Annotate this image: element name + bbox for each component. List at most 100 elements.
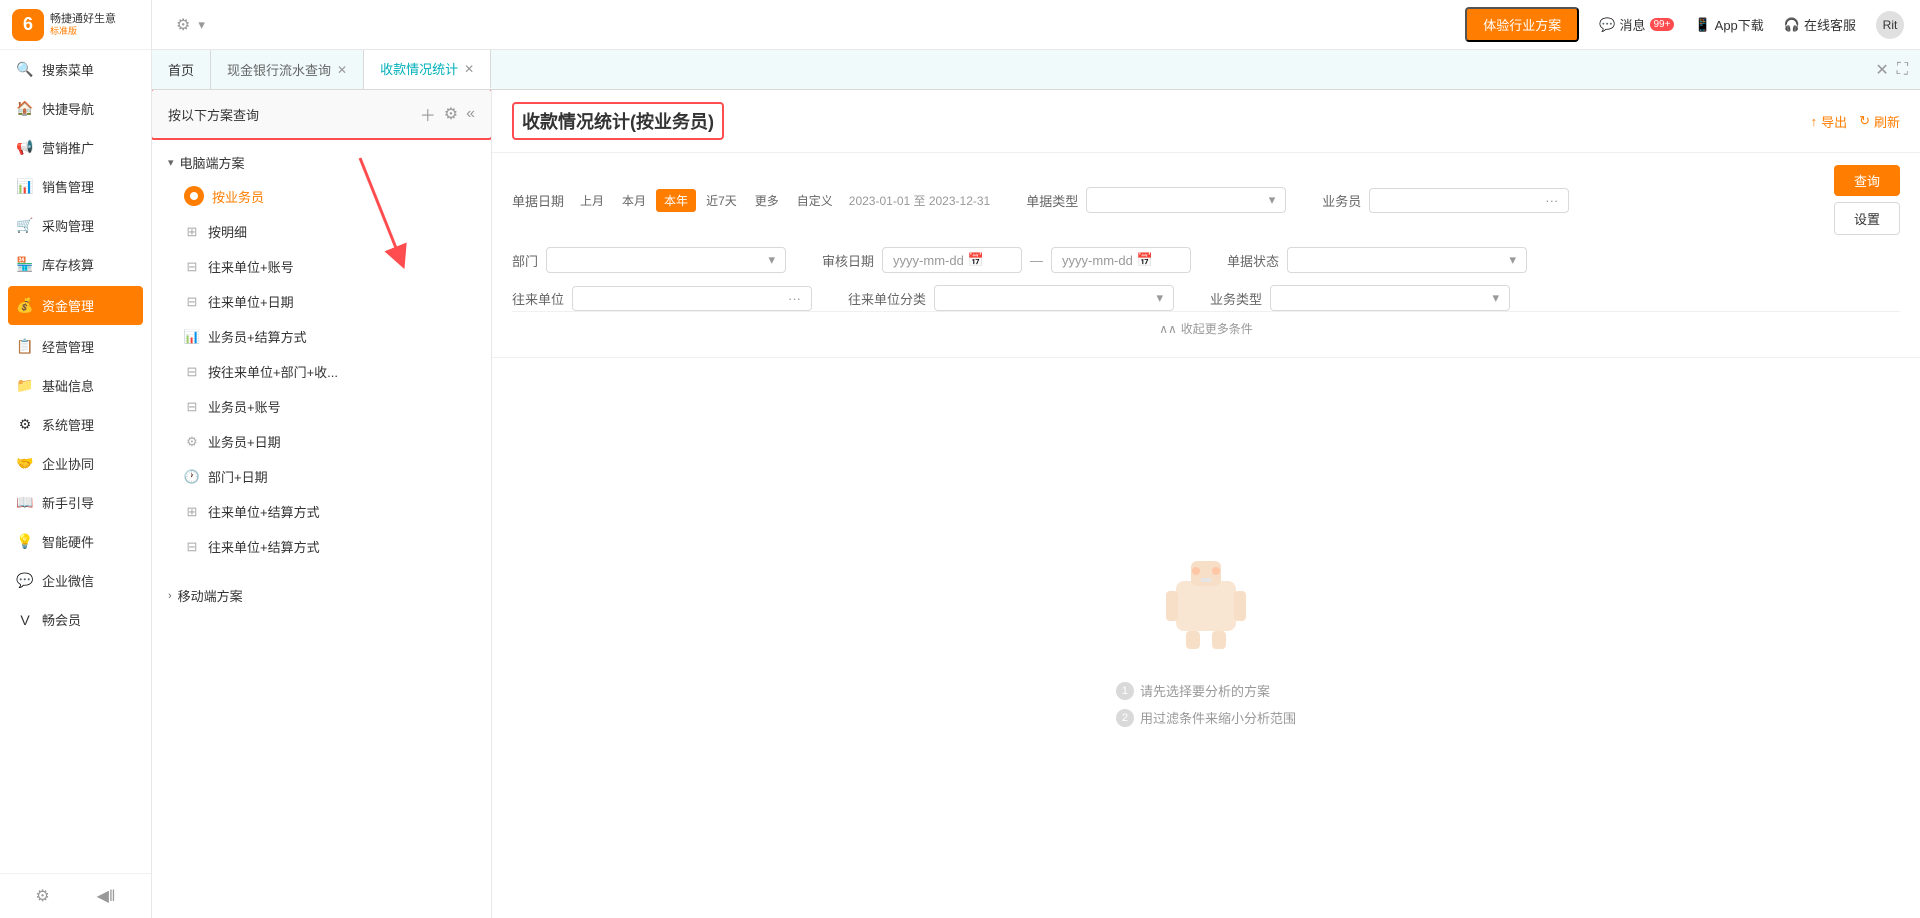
scheme-item-salesman-account[interactable]: ⊟ 业务员+账号 xyxy=(152,389,491,424)
trial-btn[interactable]: 体验行业方案 xyxy=(1465,7,1579,42)
panel-header-area: 按以下方案查询 ＋ ⚙ « xyxy=(152,90,491,139)
audit-date-start[interactable]: yyyy-mm-dd 📅 xyxy=(882,247,1022,273)
dept-label: 部门 xyxy=(512,251,538,270)
management-icon: 📋 xyxy=(16,338,34,356)
main-content-panel: 收款情况统计(按业务员) ↑ 导出 ↻ 刷新 xyxy=(492,90,1920,918)
scheme-item-unit-settlement1[interactable]: ⊞ 往来单位+结算方式 xyxy=(152,494,491,529)
tab-home[interactable]: 首页 xyxy=(152,50,211,89)
scheme-item-salesman[interactable]: 按业务员 xyxy=(152,178,491,214)
unit-dept-icon: ⊟ xyxy=(184,364,200,380)
dept-select[interactable]: ▾ xyxy=(546,247,786,273)
date-label: 单据日期 xyxy=(512,191,564,210)
audit-date-dash: — xyxy=(1030,253,1043,268)
sidebar-item-member[interactable]: V 畅会员 xyxy=(0,600,151,639)
filter-settings-btn[interactable]: 设置 xyxy=(1834,202,1900,235)
sidebar-item-guide[interactable]: 📖 新手引导 xyxy=(0,483,151,522)
message-btn[interactable]: 💬 消息 99+ xyxy=(1599,15,1674,34)
scheme-item-dept-date[interactable]: 🕐 部门+日期 xyxy=(152,459,491,494)
detail-icon: ⊞ xyxy=(184,224,200,240)
sidebar-item-quicknav[interactable]: 🏠 快捷导航 xyxy=(0,89,151,128)
date-btn-this-month[interactable]: 本月 xyxy=(614,189,654,212)
doc-status-select[interactable]: ▾ xyxy=(1287,247,1527,273)
empty-tips-list: 1 请先选择要分析的方案 2 用过滤条件来缩小分析范围 xyxy=(1116,681,1296,735)
query-btn[interactable]: 查询 xyxy=(1834,165,1900,196)
topbar-gear-icon[interactable]: ⚙ xyxy=(176,15,190,35)
audit-date-start-calendar: 📅 xyxy=(968,252,984,268)
sidebar-item-marketing[interactable]: 📢 营销推广 xyxy=(0,128,151,167)
tab-bank-flow[interactable]: 现金银行流水查询 ✕ xyxy=(211,50,364,89)
unit-date-icon: ⊟ xyxy=(184,294,200,310)
online-service-btn[interactable]: 🎧 在线客服 xyxy=(1784,15,1856,34)
sidebar-item-finance[interactable]: 💰 资金管理 xyxy=(8,286,143,325)
salesman-select[interactable]: ··· xyxy=(1369,188,1569,213)
date-btn-more[interactable]: 更多 xyxy=(747,189,787,212)
sidebar-item-purchase[interactable]: 🛒 采购管理 xyxy=(0,206,151,245)
sidebar-item-stock[interactable]: 🏪 库存核算 xyxy=(0,245,151,284)
page-actions: ↑ 导出 ↻ 刷新 xyxy=(1811,112,1900,131)
counterparty-type-group: 往来单位分类 ▾ xyxy=(848,285,1174,311)
counterparty-group: 往来单位 ··· xyxy=(512,286,812,311)
tab-collection-stats[interactable]: 收款情况统计 ✕ xyxy=(364,50,491,89)
sidebar-item-management[interactable]: 📋 经营管理 xyxy=(0,327,151,366)
date-btn-this-year[interactable]: 本年 xyxy=(656,189,696,212)
stock-icon: 🏪 xyxy=(16,256,34,274)
purchase-icon: 🛒 xyxy=(16,217,34,235)
sidebar-item-wechat[interactable]: 💬 企业微信 xyxy=(0,561,151,600)
export-btn[interactable]: ↑ 导出 xyxy=(1811,112,1848,131)
salesman-settlement-icon: 📊 xyxy=(184,329,200,345)
scheme-item-unit-date[interactable]: ⊟ 往来单位+日期 xyxy=(152,284,491,319)
counterparty-input[interactable]: ··· xyxy=(572,286,812,311)
scheme-collapse-btn[interactable]: « xyxy=(466,105,475,123)
wechat-icon: 💬 xyxy=(16,572,34,590)
scheme-item-unit-dept[interactable]: ⊟ 按往来单位+部门+收... xyxy=(152,354,491,389)
audit-date-end[interactable]: yyyy-mm-dd 📅 xyxy=(1051,247,1191,273)
message-icon: 💬 xyxy=(1599,17,1615,33)
tab-maximize-icon[interactable]: ⛶ xyxy=(1897,61,1908,79)
biz-type-select[interactable]: ▾ xyxy=(1270,285,1510,311)
scheme-panel-title: 按以下方案查询 xyxy=(168,105,259,124)
sidebar-item-hardware[interactable]: 💡 智能硬件 xyxy=(0,522,151,561)
salesman-date-icon: ⚙ xyxy=(184,434,200,450)
salesman-account-icon: ⊟ xyxy=(184,399,200,415)
sidebar-collapse-btn[interactable]: ◀‖ xyxy=(97,886,116,906)
date-btn-custom[interactable]: 自定义 xyxy=(789,189,841,212)
collapse-btn[interactable]: ∧∧ 收起更多条件 xyxy=(520,320,1892,337)
topbar-right: 体验行业方案 💬 消息 99+ 📱 App下载 🎧 在线客服 Rit xyxy=(1465,7,1904,42)
collab-icon: 🤝 xyxy=(16,455,34,473)
tab-close-all-icon[interactable]: ✕ xyxy=(1875,60,1888,80)
collapse-more-conditions: ∧∧ 收起更多条件 xyxy=(512,311,1900,345)
logo-area: 6 畅捷通好生意 标准版 xyxy=(0,0,151,50)
sidebar-item-search[interactable]: 🔍 搜索菜单 xyxy=(0,50,151,89)
salesman-group: 业务员 ··· xyxy=(1322,188,1569,213)
refresh-icon: ↻ xyxy=(1859,113,1870,129)
scheme-item-salesman-settlement[interactable]: 📊 业务员+结算方式 xyxy=(152,319,491,354)
scheme-item-detail[interactable]: ⊞ 按明细 xyxy=(152,214,491,249)
sidebar-item-collab[interactable]: 🤝 企业协同 xyxy=(0,444,151,483)
user-avatar[interactable]: Rit xyxy=(1876,11,1904,39)
date-range-display: 2023-01-01 至 2023-12-31 xyxy=(849,192,990,209)
scheme-group-desktop[interactable]: ▾ 电脑端方案 xyxy=(152,147,491,178)
date-btn-7days[interactable]: 近7天 xyxy=(698,189,745,212)
scheme-settings-btn[interactable]: ⚙ xyxy=(444,104,458,124)
tab-collection-stats-close[interactable]: ✕ xyxy=(464,62,474,76)
tab-bank-flow-close[interactable]: ✕ xyxy=(337,63,347,77)
app-download-btn[interactable]: 📱 App下载 xyxy=(1694,15,1763,34)
counterparty-type-select[interactable]: ▾ xyxy=(934,285,1174,311)
sidebar-item-system[interactable]: ⚙ 系统管理 xyxy=(0,405,151,444)
date-btn-last-month[interactable]: 上月 xyxy=(572,189,612,212)
topbar-dropdown-icon[interactable]: ▾ xyxy=(198,17,205,33)
scheme-item-unit-settlement2[interactable]: ⊟ 往来单位+结算方式 xyxy=(152,529,491,564)
scheme-item-unit-account[interactable]: ⊟ 往来单位+账号 xyxy=(152,249,491,284)
scheme-add-btn[interactable]: ＋ xyxy=(420,102,436,126)
scheme-section-mobile: › 移动端方案 xyxy=(152,572,491,619)
online-service-icon: 🎧 xyxy=(1784,17,1800,33)
scheme-item-salesman-date[interactable]: ⚙ 业务员+日期 xyxy=(152,424,491,459)
sidebar-item-sales[interactable]: 📊 销售管理 xyxy=(0,167,151,206)
refresh-btn[interactable]: ↻ 刷新 xyxy=(1859,112,1900,131)
page-title: 收款情况统计(按业务员) xyxy=(512,102,724,140)
sidebar-settings-btn[interactable]: ⚙ xyxy=(35,886,49,906)
doc-type-select[interactable]: ▾ xyxy=(1086,187,1286,213)
sidebar-item-info[interactable]: 📁 基础信息 xyxy=(0,366,151,405)
empty-tip-2: 2 用过滤条件来缩小分析范围 xyxy=(1116,708,1296,727)
scheme-group-mobile[interactable]: › 移动端方案 xyxy=(152,580,491,611)
